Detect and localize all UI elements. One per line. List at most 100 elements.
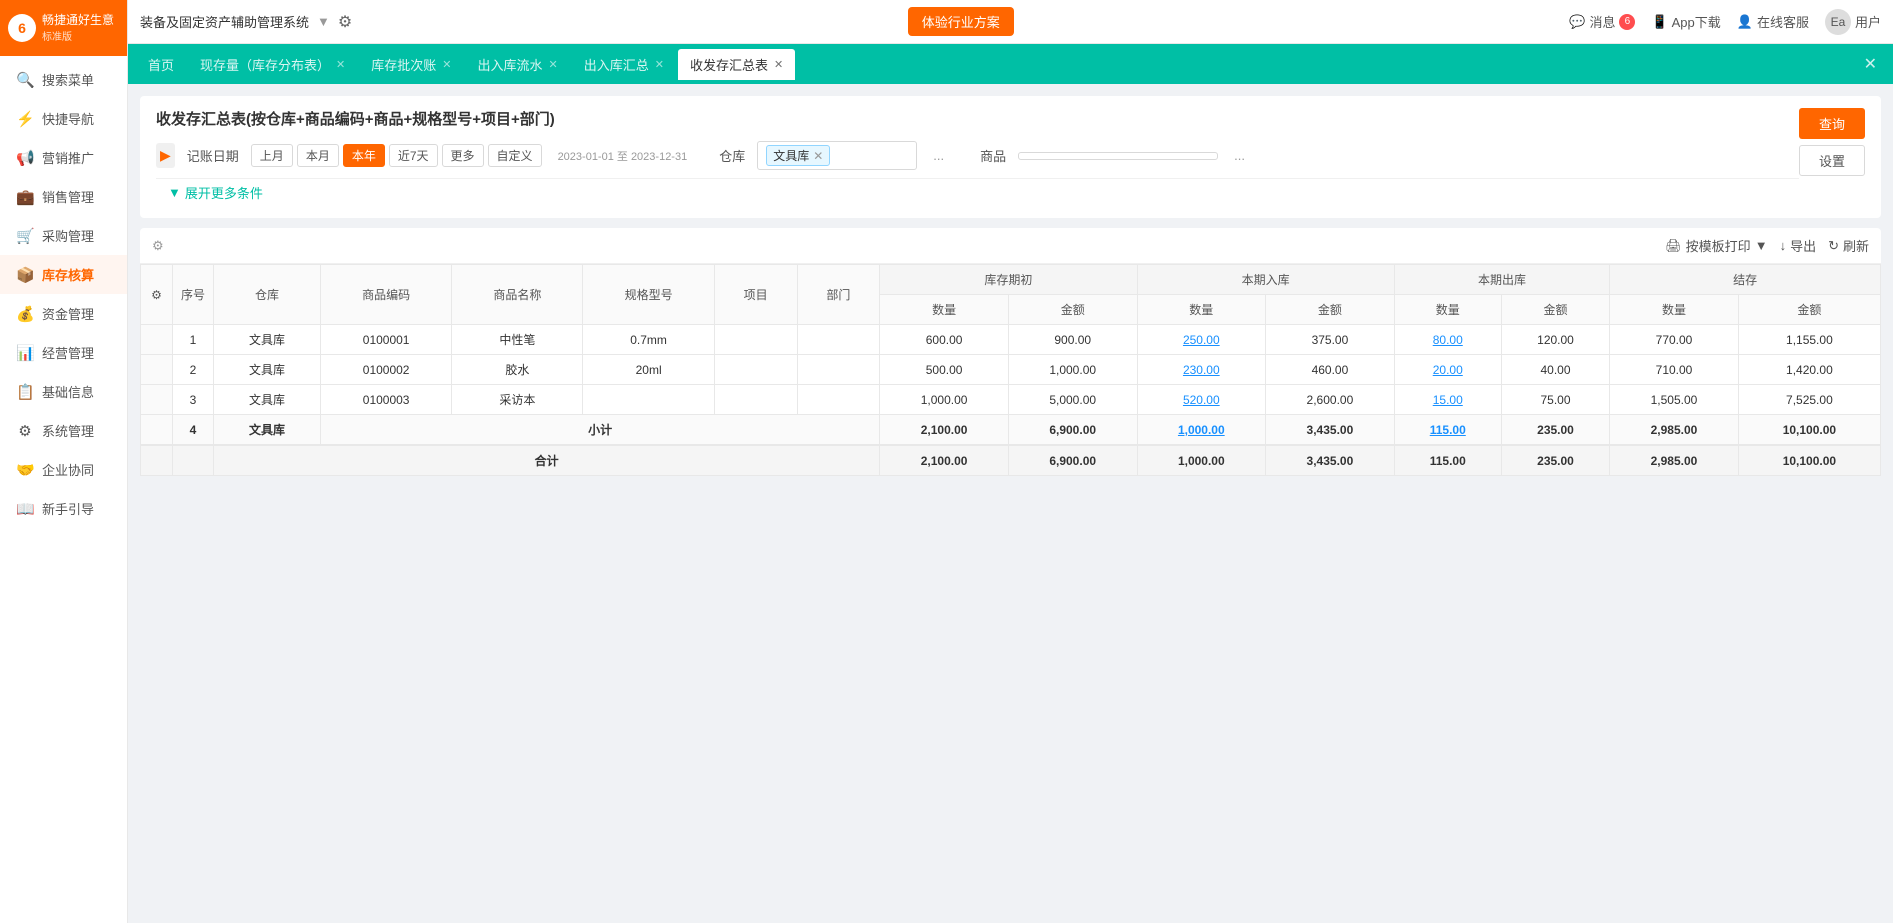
date-btn-7days[interactable]: 近7天: [389, 144, 438, 167]
sidebar-item-sales[interactable]: 💼 销售管理: [0, 177, 127, 216]
row-project: [714, 325, 797, 355]
row-in-qty[interactable]: 230.00: [1137, 355, 1266, 385]
sidebar-label-system: 系统管理: [42, 421, 94, 440]
footer-bal-qty: 2,985.00: [1610, 445, 1739, 476]
subtotal-open-qty: 2,100.00: [880, 415, 1009, 446]
sidebar-item-system[interactable]: ⚙ 系统管理: [0, 411, 127, 450]
tab-label-inout-flow: 出入库流水: [477, 55, 542, 74]
row-warehouse: 文具库: [214, 385, 321, 415]
refresh-btn[interactable]: ↻ 刷新: [1828, 236, 1869, 255]
sidebar-icon-purchase: 🛒: [16, 227, 34, 245]
page-content: 收发存汇总表(按仓库+商品编码+商品+规格型号+项目+部门) ▶ 记账日期 上月…: [128, 84, 1893, 923]
row-code: 0100001: [321, 325, 452, 355]
sidebar-item-guide[interactable]: 📖 新手引导: [0, 489, 127, 528]
query-button[interactable]: 查询: [1799, 108, 1865, 139]
sidebar-label-inventory: 库存核算: [42, 265, 94, 284]
row-settings: [141, 325, 173, 355]
online-service-action[interactable]: 👤 在线客服: [1737, 12, 1809, 31]
export-btn[interactable]: ↓ 导出: [1780, 236, 1817, 255]
row-out-amt: 120.00: [1501, 325, 1609, 355]
subtotal-label: 小计: [321, 415, 880, 446]
date-btn-last-month[interactable]: 上月: [251, 144, 293, 167]
tab-close-batch[interactable]: ✕: [442, 58, 451, 71]
system-dropdown-icon[interactable]: ▼: [317, 14, 330, 29]
product-input[interactable]: [1018, 152, 1218, 160]
date-btn-this-year[interactable]: 本年: [343, 144, 385, 167]
tab-receive-send[interactable]: 收发存汇总表 ✕: [678, 49, 795, 80]
row-open-qty: 600.00: [880, 325, 1009, 355]
warehouse-input[interactable]: 文具库 ✕: [757, 141, 917, 170]
tab-inout-summary[interactable]: 出入库汇总✕: [572, 49, 676, 80]
tab-home[interactable]: 首页: [136, 49, 186, 80]
sidebar-item-base-info[interactable]: 📋 基础信息: [0, 372, 127, 411]
try-button[interactable]: 体验行业方案: [908, 7, 1014, 36]
tab-label-receive-send: 收发存汇总表: [690, 55, 768, 74]
date-btn-this-month[interactable]: 本月: [297, 144, 339, 167]
expand-conditions-btn[interactable]: ▼ 展开更多条件: [156, 178, 1799, 206]
sidebar-item-inventory[interactable]: 📦 库存核算: [0, 255, 127, 294]
header-right: 💬 消息 6 📱 App下载 👤 在线客服 Ea 用户: [1569, 9, 1881, 35]
row-name: 胶水: [452, 355, 583, 385]
sidebar-item-quick-nav[interactable]: ⚡ 快捷导航: [0, 99, 127, 138]
row-dept: [797, 325, 880, 355]
tab-label-batch: 库存批次账: [371, 55, 436, 74]
tab-close-inventory-dist[interactable]: ✕: [336, 58, 345, 71]
col-open-amt: 金额: [1008, 295, 1137, 325]
warehouse-tag-close[interactable]: ✕: [813, 149, 823, 163]
settings-button[interactable]: 设置: [1799, 145, 1865, 176]
warehouse-dots[interactable]: ...: [929, 148, 948, 163]
window-close-icon[interactable]: ✕: [1856, 54, 1885, 74]
header-left: 装备及固定资产辅助管理系统 ▼ ⚙: [140, 12, 352, 32]
tab-close-receive-send[interactable]: ✕: [774, 58, 783, 71]
tab-inout-flow[interactable]: 出入库流水 ✕: [465, 49, 569, 80]
tab-inventory-dist[interactable]: 现存量（库存分布表）✕: [188, 49, 357, 80]
row-out-qty[interactable]: 15.00: [1394, 385, 1501, 415]
sidebar-label-base-info: 基础信息: [42, 382, 94, 401]
table-row: 1 文具库 0100001 中性笔 0.7mm 600.00 900.00 25…: [141, 325, 1881, 355]
sidebar-item-search[interactable]: 🔍 搜索菜单: [0, 60, 127, 99]
logo-icon: 6: [8, 14, 36, 42]
messages-action[interactable]: 💬 消息 6: [1569, 12, 1635, 31]
col-dept-header: 部门: [797, 265, 880, 325]
date-btn-custom[interactable]: 自定义: [488, 144, 542, 167]
sidebar-item-operations[interactable]: 📊 经营管理: [0, 333, 127, 372]
row-warehouse: 文具库: [214, 325, 321, 355]
subtotal-out-qty[interactable]: 115.00: [1394, 415, 1501, 446]
expand-icon: ▼: [168, 185, 181, 200]
sidebar-item-purchase[interactable]: 🛒 采购管理: [0, 216, 127, 255]
main-wrapper: 装备及固定资产辅助管理系统 ▼ ⚙ 体验行业方案 💬 消息 6 📱 App下载 …: [128, 0, 1893, 923]
tab-close-inout-flow[interactable]: ✕: [549, 58, 558, 71]
user-action[interactable]: Ea 用户: [1825, 9, 1881, 35]
logo-area: 6 畅捷通好生意 标准版: [0, 0, 127, 56]
app-download-action[interactable]: 📱 App下载: [1651, 12, 1720, 31]
date-btn-more[interactable]: 更多: [442, 144, 484, 167]
tab-close-inout-summary[interactable]: ✕: [655, 58, 664, 71]
subtotal-warehouse: 文具库: [214, 415, 321, 446]
col-opening-group: 库存期初: [880, 265, 1137, 295]
row-in-qty[interactable]: 520.00: [1137, 385, 1266, 415]
message-icon: 💬: [1569, 14, 1585, 30]
col-in-group: 本期入库: [1137, 265, 1394, 295]
filter-toggle-btn[interactable]: ▶: [156, 143, 175, 168]
row-out-qty[interactable]: 80.00: [1394, 325, 1501, 355]
tab-batch[interactable]: 库存批次账 ✕: [359, 49, 463, 80]
gear-icon[interactable]: ⚙: [152, 238, 164, 254]
sidebar-item-cooperation[interactable]: 🤝 企业协同: [0, 450, 127, 489]
footer-out-amt: 235.00: [1501, 445, 1609, 476]
row-in-qty[interactable]: 250.00: [1137, 325, 1266, 355]
row-open-amt: 5,000.00: [1008, 385, 1137, 415]
row-bal-qty: 770.00: [1610, 325, 1739, 355]
settings-icon[interactable]: ⚙: [338, 12, 352, 32]
sidebar-icon-marketing: 📢: [16, 149, 34, 167]
product-dots[interactable]: ...: [1230, 148, 1249, 163]
refresh-icon: ↻: [1828, 238, 1839, 254]
print-btn[interactable]: 🖨 按模板打印 ▼: [1665, 236, 1767, 255]
row-name: 采访本: [452, 385, 583, 415]
sidebar-item-marketing[interactable]: 📢 营销推广: [0, 138, 127, 177]
row-code: 0100003: [321, 385, 452, 415]
subtotal-in-qty[interactable]: 1,000.00: [1137, 415, 1266, 446]
row-bal-qty: 710.00: [1610, 355, 1739, 385]
service-icon: 👤: [1737, 14, 1753, 30]
row-out-qty[interactable]: 20.00: [1394, 355, 1501, 385]
sidebar-item-finance[interactable]: 💰 资金管理: [0, 294, 127, 333]
